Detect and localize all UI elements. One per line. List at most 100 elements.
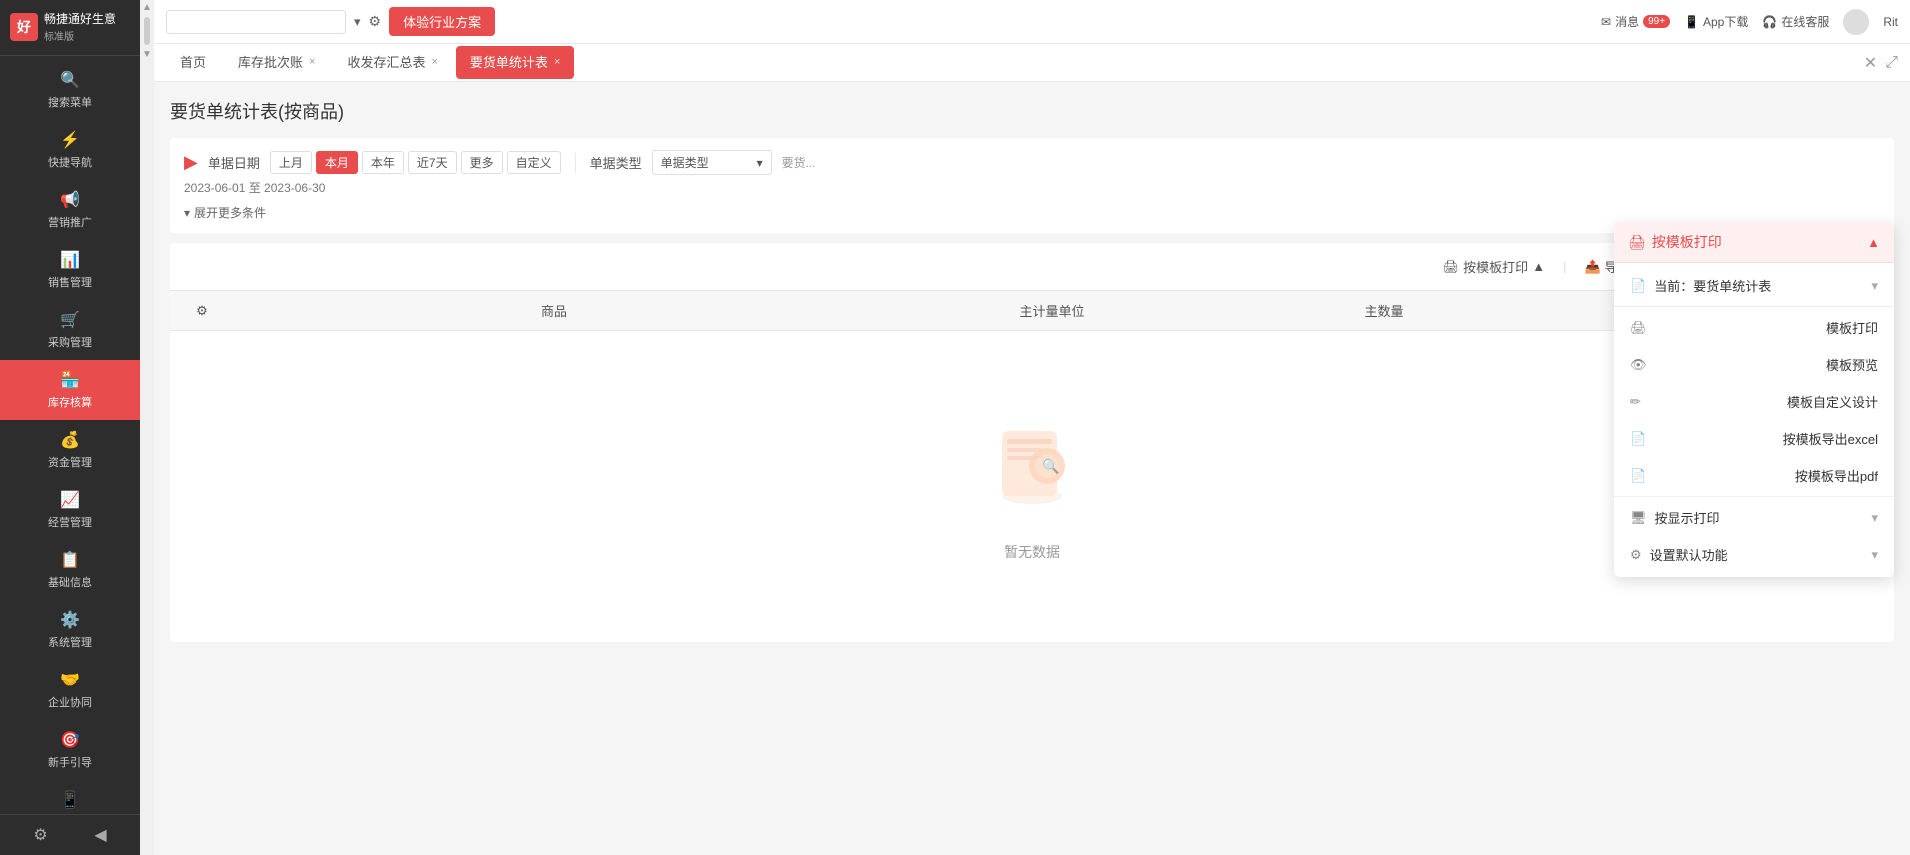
tab-close-all-icon[interactable]: ✕ <box>1864 53 1877 73</box>
sidebar-item-marketing[interactable]: 📢 营销推广 <box>0 180 140 240</box>
sales-nav-icon: 📊 <box>60 250 80 270</box>
export-icon: 📤 <box>1584 259 1600 275</box>
sidebar-scroll[interactable]: ▲ ▼ <box>140 0 154 855</box>
sidebar-item-shortcut[interactable]: ⚡ 快捷导航 <box>0 120 140 180</box>
app-logo: 好 畅捷通好生意 标准版 <box>0 0 140 56</box>
tab-receipt-summary-close[interactable]: × <box>431 56 437 68</box>
inventory-nav-icon: 🏪 <box>60 370 80 390</box>
sidebar-item-system[interactable]: ⚙️ 系统管理 <box>0 600 140 660</box>
sidebar-item-search[interactable]: 🔍 搜索菜单 <box>0 60 140 120</box>
template-custom-label: 模板自定义设计 <box>1787 392 1878 411</box>
template-print-icon: 🖨 <box>1630 320 1647 336</box>
print-display-print-item[interactable]: 🖥 按显示打印 ▾ <box>1614 499 1894 536</box>
print-divider-2 <box>1614 496 1894 497</box>
default-func-label: 设置默认功能 <box>1650 545 1728 564</box>
display-print-icon: 🖥 <box>1630 510 1647 526</box>
print-current-template-item[interactable]: 📄 当前：要货单统计表 ▾ <box>1614 267 1894 304</box>
sidebar-item-operations[interactable]: 📈 经营管理 <box>0 480 140 540</box>
sidebar-item-inventory[interactable]: 🏪 库存核算 <box>0 360 140 420</box>
scroll-up-arrow[interactable]: ▲ <box>142 2 152 13</box>
basic-nav-icon: 📋 <box>60 550 80 570</box>
tab-order-stats-close[interactable]: × <box>554 56 560 68</box>
expand-more-button[interactable]: ▾ 展开更多条件 <box>184 204 266 221</box>
col-quantity: 主数量 <box>1218 301 1550 320</box>
print-template-custom-item[interactable]: ✏ 模板自定义设计 <box>1614 383 1894 420</box>
print-label: 按模板打印 <box>1463 257 1528 276</box>
type-label: 单据类型 <box>590 153 642 172</box>
tab-right-controls: ✕ ⤢ <box>1864 53 1898 73</box>
print-template-button[interactable]: 🖨 按模板打印 ▲ <box>1435 253 1553 280</box>
print-default-func-item[interactable]: ⚙ 设置默认功能 ▾ <box>1614 536 1894 573</box>
print-dropdown-body: 📄 当前：要货单统计表 ▾ 🖨 模板打印 👁 模板预览 <box>1614 263 1894 577</box>
user-avatar[interactable] <box>1843 9 1869 35</box>
template-excel-icon: 📄 <box>1630 431 1646 447</box>
date-buttons: 上月 本月 本年 近7天 更多 自定义 <box>270 151 561 174</box>
online-service-action[interactable]: 🎧 在线客服 <box>1762 13 1829 30</box>
sidebar-item-purchase[interactable]: 🛒 采购管理 <box>0 300 140 360</box>
tab-order-stats[interactable]: 要货单统计表 × <box>456 46 574 79</box>
main-content: ▾ ⚙ 体验行业方案 ✉ 消息 99+ 📱 App下载 🎧 在线客服 Rit 首… <box>154 0 1910 855</box>
page-title: 要货单统计表(按商品) <box>170 98 1894 124</box>
scroll-down-arrow[interactable]: ▼ <box>142 49 152 60</box>
sidebar-item-basic[interactable]: 📋 基础信息 <box>0 540 140 600</box>
app-download-action[interactable]: 📱 App下载 <box>1684 13 1748 30</box>
sidebar-nav: 🔍 搜索菜单 ⚡ 快捷导航 📢 营销推广 📊 销售管理 🛒 采购管理 🏪 库存核… <box>0 56 140 814</box>
date-btn-this-month[interactable]: 本月 <box>316 151 358 174</box>
print-dropdown-title-text: 按模板打印 <box>1652 232 1722 252</box>
print-dropdown-collapse-icon[interactable]: ▲ <box>1867 235 1880 250</box>
sidebar-item-guide[interactable]: 🎯 新手引导 <box>0 720 140 780</box>
tab-inventory-batch-close[interactable]: × <box>309 56 315 68</box>
print-divider-1 <box>1614 306 1894 307</box>
topbar-search-area <box>166 10 346 34</box>
print-template-print-item[interactable]: 🖨 模板打印 <box>1614 309 1894 346</box>
print-dropdown-title: 🖨 按模板打印 <box>1628 232 1722 252</box>
collab-nav-icon: 🤝 <box>60 670 80 690</box>
empty-text: 暂无数据 <box>1004 542 1060 562</box>
print-template-pdf-item[interactable]: 📄 按模板导出pdf <box>1614 457 1894 494</box>
date-btn-7days[interactable]: 近7天 <box>408 151 457 174</box>
message-label: 消息 <box>1615 13 1639 30</box>
date-btn-custom[interactable]: 自定义 <box>507 151 561 174</box>
type-select-arrow: ▾ <box>757 156 763 170</box>
current-template-icon: 📄 <box>1630 278 1646 294</box>
system-nav-icon: ⚙️ <box>60 610 80 630</box>
print-dropdown-header: 🖨 按模板打印 ▲ <box>1614 222 1894 263</box>
sidebar-item-collab[interactable]: 🤝 企业协同 <box>0 660 140 720</box>
sidebar-item-finance[interactable]: 💰 资金管理 <box>0 420 140 480</box>
sidebar-item-label: 基础信息 <box>48 574 92 590</box>
user-name[interactable]: Rit <box>1883 15 1898 29</box>
print-template-excel-item[interactable]: 📄 按模板导出excel <box>1614 420 1894 457</box>
filter-bar: ▶ 单据日期 上月 本月 本年 近7天 更多 自定义 单据类型 单据类型 ▾ <box>170 138 1894 233</box>
industry-solution-button[interactable]: 体验行业方案 <box>389 7 495 36</box>
col-settings-icon[interactable]: ⚙ <box>182 303 222 319</box>
tab-receipt-summary[interactable]: 收发存汇总表 × <box>333 46 451 79</box>
tab-inventory-batch-label: 库存批次账 <box>238 52 303 71</box>
search-input[interactable] <box>166 10 346 34</box>
message-action[interactable]: ✉ 消息 99+ <box>1601 13 1670 30</box>
tab-home[interactable]: 首页 <box>166 46 220 79</box>
tab-bar: 首页 库存批次账 × 收发存汇总表 × 要货单统计表 × ✕ ⤢ <box>154 44 1910 82</box>
date-btn-this-year[interactable]: 本年 <box>362 151 404 174</box>
search-dropdown-icon[interactable]: ▾ <box>354 14 361 30</box>
purchase-nav-icon: 🛒 <box>60 310 80 330</box>
marketing-nav-icon: 📢 <box>60 190 80 210</box>
sidebar-item-label: 库存核算 <box>48 394 92 410</box>
tab-inventory-batch[interactable]: 库存批次账 × <box>224 46 329 79</box>
online-service-label: 在线客服 <box>1781 13 1829 30</box>
settings-icon[interactable]: ⚙ <box>33 825 47 845</box>
topbar-gear-icon[interactable]: ⚙ <box>369 13 382 30</box>
print-template-preview-item[interactable]: 👁 模板预览 <box>1614 346 1894 383</box>
toolbar-separator-1: | <box>1563 259 1566 274</box>
filter-divider <box>575 153 576 173</box>
collapse-icon[interactable]: ◀ <box>94 825 106 845</box>
tab-expand-icon[interactable]: ⤢ <box>1885 54 1898 72</box>
filter-expand-button[interactable]: ▶ <box>184 152 198 173</box>
print-arrow-icon: ▲ <box>1532 259 1545 274</box>
current-template-arrow: ▾ <box>1871 278 1878 294</box>
sidebar-item-apps[interactable]: 📱 应用中心 <box>0 780 140 814</box>
type-select[interactable]: 单据类型 ▾ <box>652 150 772 175</box>
date-btn-last-month[interactable]: 上月 <box>270 151 312 174</box>
date-btn-more[interactable]: 更多 <box>461 151 503 174</box>
sidebar-item-sales[interactable]: 📊 销售管理 <box>0 240 140 300</box>
more-filter-placeholder: 要货... <box>782 154 816 171</box>
